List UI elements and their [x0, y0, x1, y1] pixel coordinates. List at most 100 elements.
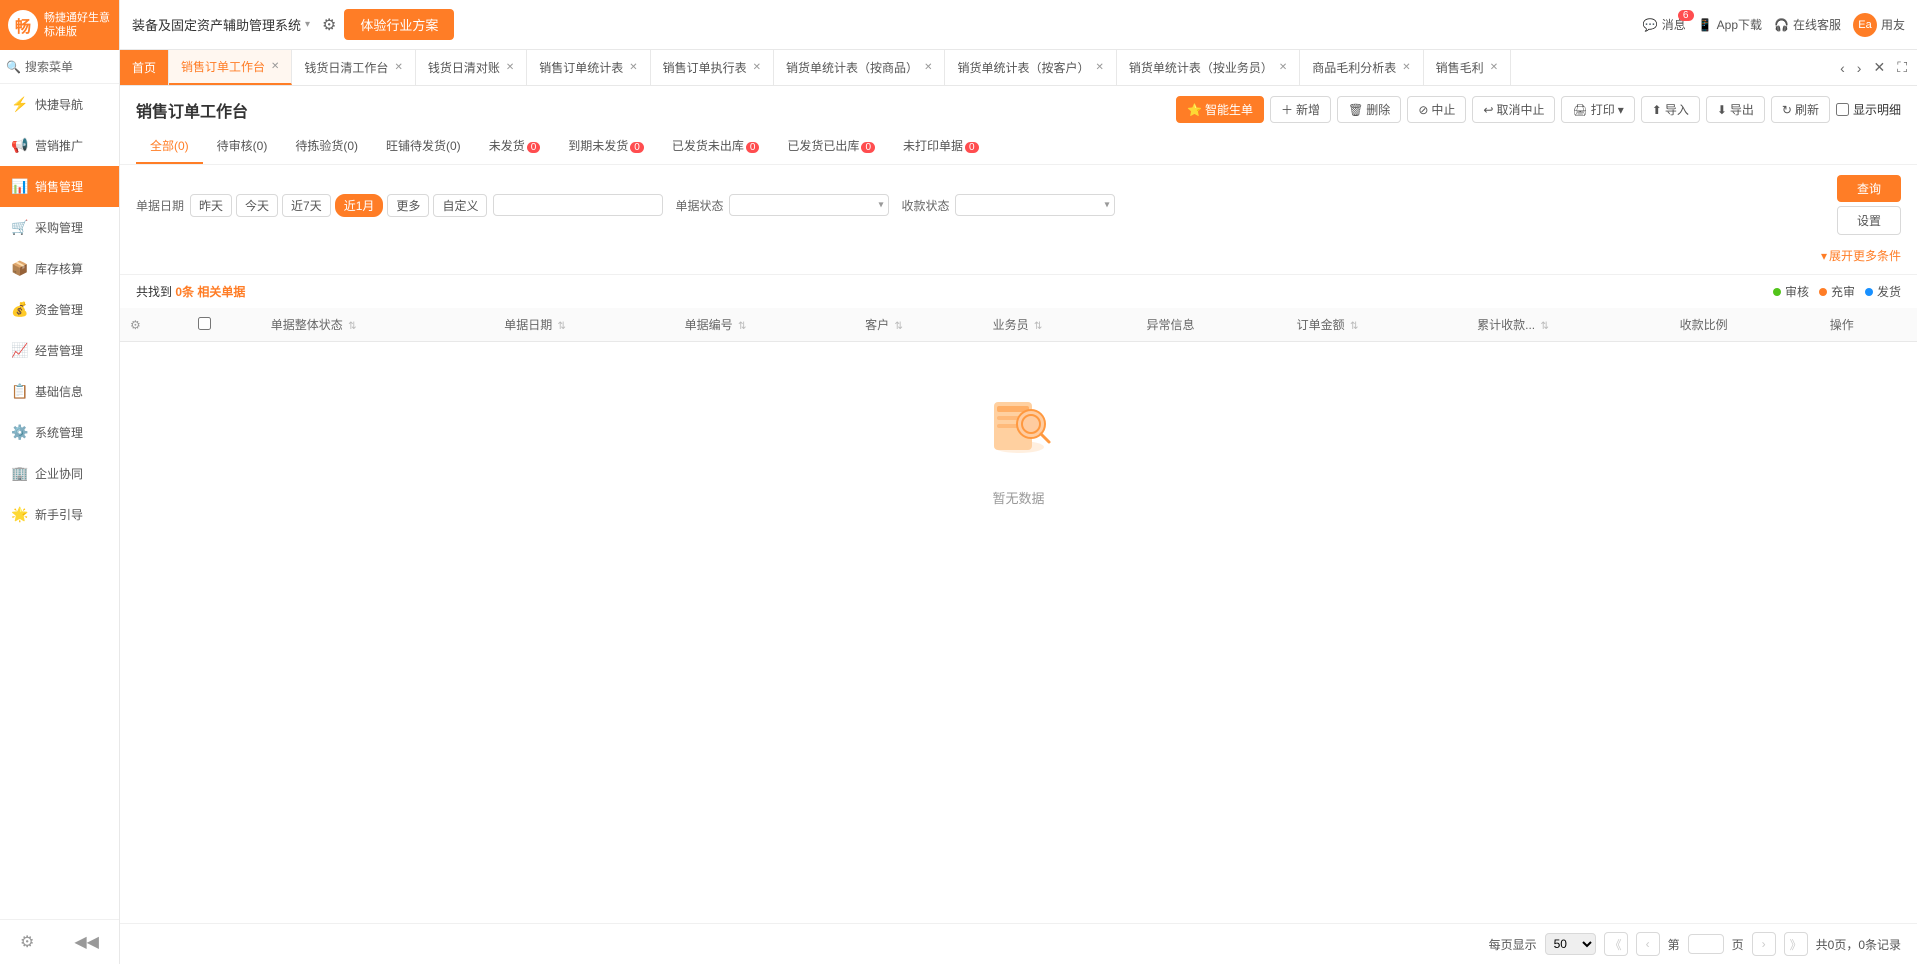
page-first-btn[interactable]: 《 [1604, 932, 1628, 956]
date-btn-more[interactable]: 更多 [387, 194, 429, 217]
show-detail-toggle[interactable]: 显示明细 [1836, 101, 1901, 118]
date-btn-last1m[interactable]: 近1月 [335, 194, 384, 217]
tab-shipment-stats-customer[interactable]: 销货单统计表（按客户） ✕ [945, 50, 1116, 85]
filter-tab-not-shipped[interactable]: 未发货0 [475, 129, 555, 164]
page-number-input[interactable]: 1 [1688, 934, 1724, 954]
filter-tab-overdue[interactable]: 到期未发货0 [554, 129, 658, 164]
date-btn-custom[interactable]: 自定义 [433, 194, 487, 217]
tab-gross-profit[interactable]: 商品毛利分析表 ✕ [1300, 50, 1423, 85]
tab-close-shipment-staff[interactable]: ✕ [1279, 62, 1287, 73]
online-service-btn[interactable]: 🎧 在线客服 [1774, 16, 1841, 33]
query-btn[interactable]: 查询 [1837, 175, 1901, 202]
th-ops: 操作 [1820, 308, 1917, 342]
sidebar-item-finance[interactable]: 💰 资金管理 [0, 289, 119, 330]
stop-btn[interactable]: ⊘ 中止 [1407, 96, 1466, 123]
export-btn[interactable]: ⬇ 导出 [1706, 96, 1765, 123]
select-all-checkbox[interactable] [198, 317, 211, 330]
review-action[interactable]: 审核 [1773, 283, 1809, 300]
tab-close-shipment-customer[interactable]: ✕ [1095, 62, 1103, 73]
tab-close-sales-exec[interactable]: ✕ [753, 62, 761, 73]
page-next-btn[interactable]: › [1752, 932, 1776, 956]
sort-date-icon[interactable]: ⇅ [558, 321, 566, 332]
settings-footer-btn[interactable]: ⚙ [16, 928, 38, 956]
tab-close-all-btn[interactable]: ✕ [1869, 57, 1889, 78]
filter-tab-pending-inspect[interactable]: 待拣验货(0) [281, 129, 372, 164]
tab-close-cash-reconcile[interactable]: ✕ [506, 62, 514, 73]
tab-scroll-left-btn[interactable]: ‹ [1836, 58, 1849, 78]
filter-tab-all[interactable]: 全部(0) [136, 129, 203, 164]
set-btn[interactable]: 设置 [1837, 206, 1901, 235]
add-btn[interactable]: ＋ 新增 [1270, 96, 1331, 123]
message-btn[interactable]: 💬 消息 6 [1643, 16, 1686, 33]
page-last-btn[interactable]: 》 [1784, 932, 1808, 956]
delete-btn[interactable]: 🗑 删除 [1337, 96, 1401, 123]
tab-sales-exec[interactable]: 销售订单执行表 ✕ [651, 50, 774, 85]
payment-label: 收款状态 [901, 197, 949, 214]
sidebar-item-system[interactable]: ⚙️ 系统管理 [0, 412, 119, 453]
payment-select[interactable] [955, 194, 1115, 216]
sidebar-item-marketing[interactable]: 📢 营销推广 [0, 125, 119, 166]
tab-close-sales-workbench[interactable]: ✕ [271, 61, 279, 72]
tab-sales-profit[interactable]: 销售毛利 ✕ [1424, 50, 1511, 85]
tab-close-sales-profit[interactable]: ✕ [1490, 62, 1498, 73]
th-checkbox[interactable] [188, 308, 261, 342]
tab-shipment-stats-staff[interactable]: 销货单统计表（按业务员） ✕ [1117, 50, 1300, 85]
page-size-select[interactable]: 50 100 200 [1545, 933, 1596, 955]
user-menu[interactable]: Ea 用友 [1853, 13, 1905, 37]
page-prev-btn[interactable]: ‹ [1636, 932, 1660, 956]
sidebar-item-operations[interactable]: 📈 经营管理 [0, 330, 119, 371]
collapse-footer-btn[interactable]: ◀◀ [70, 928, 103, 956]
sort-number-icon[interactable]: ⇅ [738, 321, 746, 332]
tab-cash-daily[interactable]: 钱货日清工作台 ✕ [292, 50, 415, 85]
tab-close-shipment-product[interactable]: ✕ [924, 62, 932, 73]
date-range-input[interactable]: 2023-02-24 至 2023-03-24 [493, 194, 663, 216]
tab-expand-btn[interactable]: ⛶ [1893, 57, 1911, 78]
unreviewed-action[interactable]: 充审 [1819, 283, 1855, 300]
status-select[interactable] [729, 194, 889, 216]
sidebar-item-inventory[interactable]: 📦 库存核算 [0, 248, 119, 289]
th-gear[interactable]: ⚙ [120, 308, 188, 342]
smart-btn[interactable]: ⭐ 智能生单 [1176, 96, 1264, 123]
show-detail-checkbox[interactable] [1836, 103, 1849, 116]
print-btn[interactable]: 🖨 打印 ▾ [1561, 96, 1634, 123]
sidebar-item-quick-nav[interactable]: ⚡ 快捷导航 [0, 84, 119, 125]
sidebar-item-sales[interactable]: 📊 销售管理 [0, 166, 119, 207]
app-download-btn[interactable]: 📱 App下载 [1698, 16, 1762, 33]
tab-sales-workbench[interactable]: 销售订单工作台 ✕ [169, 50, 292, 85]
refresh-btn[interactable]: ↻ 刷新 [1771, 96, 1830, 123]
date-btn-last7[interactable]: 近7天 [282, 194, 331, 217]
topbar-gear-icon[interactable]: ⚙ [322, 15, 336, 35]
sidebar-search[interactable]: 🔍 搜索菜单 [0, 50, 119, 84]
tab-home[interactable]: 首页 [120, 50, 169, 85]
sidebar-item-purchase[interactable]: 🛒 采购管理 [0, 207, 119, 248]
tab-sales-stats[interactable]: 销售订单统计表 ✕ [527, 50, 650, 85]
sidebar-item-base-info[interactable]: 📋 基础信息 [0, 371, 119, 412]
date-btn-today[interactable]: 今天 [236, 194, 278, 217]
import-btn[interactable]: ⬆ 导入 [1641, 96, 1700, 123]
ship-action[interactable]: 发货 [1865, 283, 1901, 300]
trial-btn[interactable]: 体验行业方案 [344, 9, 454, 40]
tab-cash-reconcile[interactable]: 钱货日清对账 ✕ [416, 50, 527, 85]
filter-tab-pending-review[interactable]: 待审核(0) [203, 129, 282, 164]
sidebar-item-enterprise[interactable]: 🏢 企业协同 [0, 453, 119, 494]
sidebar-item-guide[interactable]: 🌟 新手引导 [0, 494, 119, 535]
filter-tab-not-printed[interactable]: 未打印单据0 [889, 129, 993, 164]
expand-conditions-btn[interactable]: ▾ 展开更多条件 [1821, 247, 1901, 264]
tab-shipment-stats-product[interactable]: 销货单统计表（按商品） ✕ [774, 50, 945, 85]
cancel-stop-btn[interactable]: ↩ 取消中止 [1472, 96, 1555, 123]
tab-close-sales-stats[interactable]: ✕ [629, 62, 637, 73]
filter-tab-shipped-not-out[interactable]: 已发货未出库0 [658, 129, 774, 164]
sort-customer-icon[interactable]: ⇅ [894, 321, 902, 332]
topbar-dropdown-icon[interactable]: ▾ [305, 19, 310, 30]
sort-amount-icon[interactable]: ⇅ [1350, 321, 1358, 332]
print-dropdown-icon: ▾ [1618, 103, 1624, 117]
tab-close-gross-profit[interactable]: ✕ [1402, 62, 1410, 73]
tab-close-cash-daily[interactable]: ✕ [394, 62, 402, 73]
sort-staff-icon[interactable]: ⇅ [1034, 321, 1042, 332]
filter-tab-wangpu-ship[interactable]: 旺铺待发货(0) [372, 129, 475, 164]
filter-tab-shipped-out[interactable]: 已发货已出库0 [773, 129, 889, 164]
date-btn-yesterday[interactable]: 昨天 [190, 194, 232, 217]
tab-scroll-right-btn[interactable]: › [1853, 58, 1866, 78]
sort-received-icon[interactable]: ⇅ [1540, 321, 1548, 332]
sort-status-icon[interactable]: ⇅ [348, 321, 356, 332]
